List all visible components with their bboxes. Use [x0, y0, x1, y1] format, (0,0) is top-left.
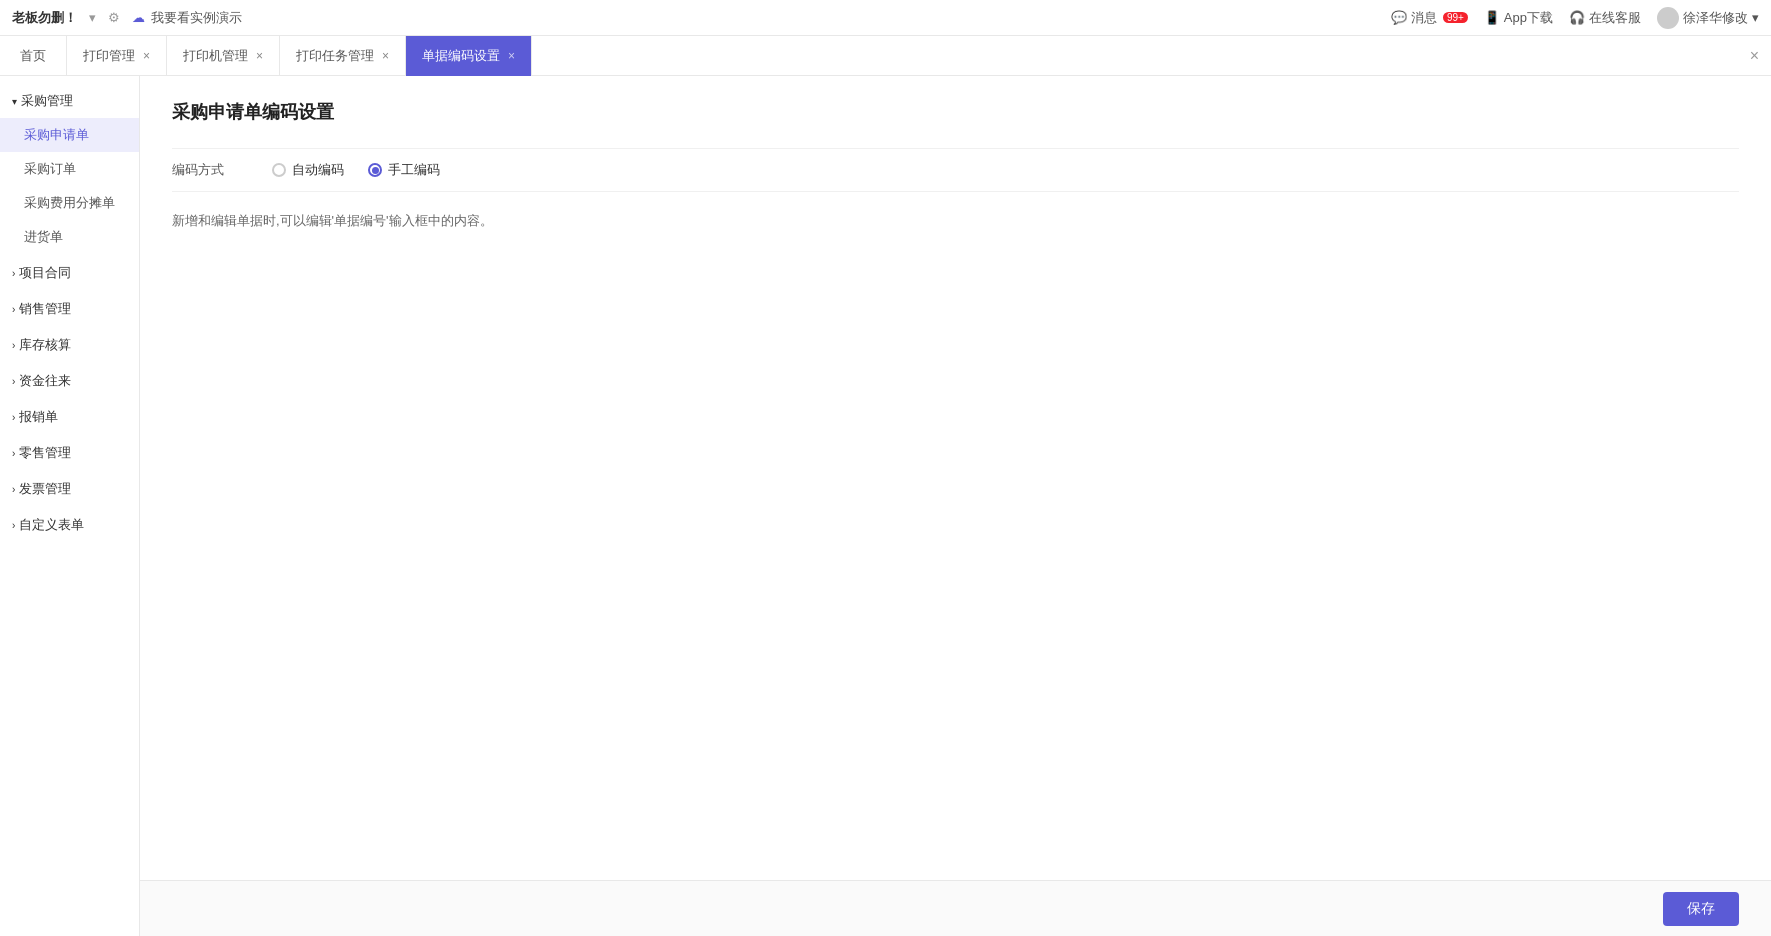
inventory-arrow-icon: › [12, 340, 15, 351]
sidebar-group-project-contract-title[interactable]: › 项目合同 [0, 256, 139, 290]
headset-icon: 🎧 [1569, 10, 1585, 25]
message-button[interactable]: 💬 消息 99+ [1391, 9, 1468, 27]
cloud-icon: ☁ [132, 10, 145, 25]
sidebar-group-project-contract: › 项目合同 [0, 256, 139, 290]
message-badge: 99+ [1443, 12, 1468, 23]
close-all-tabs-button[interactable]: × [1750, 47, 1759, 65]
tab-bar: 首页 打印管理 × 打印机管理 × 打印任务管理 × 单据编码设置 × × [0, 36, 1771, 76]
sales-arrow-icon: › [12, 304, 15, 315]
sidebar-group-sales: › 销售管理 [0, 292, 139, 326]
top-bar-left: 老板勿删！ ▾ ⚙ ☁ 我要看实例演示 [12, 9, 242, 27]
hint-text: 新增和编辑单据时,可以编辑'单据编号'输入框中的内容。 [172, 212, 1739, 230]
main-layout: ▾ 采购管理 采购申请单 采购订单 采购费用分摊单 进货单 › 项目合同 [0, 76, 1771, 936]
finance-arrow-icon: › [12, 376, 15, 387]
sidebar-group-sales-title[interactable]: › 销售管理 [0, 292, 139, 326]
sidebar-item-purchase-expense[interactable]: 采购费用分摊单 [0, 186, 139, 220]
encoding-label: 编码方式 [172, 161, 232, 179]
content-area: 采购申请单编码设置 编码方式 自动编码 手工编码 新增和编辑单据时,可以编辑'单… [140, 76, 1771, 936]
app-icon: 📱 [1484, 10, 1500, 25]
sidebar-group-retail-title[interactable]: › 零售管理 [0, 436, 139, 470]
sidebar-group-finance-title[interactable]: › 资金往来 [0, 364, 139, 398]
sidebar-group-invoice: › 发票管理 [0, 472, 139, 506]
sidebar-item-purchase-request[interactable]: 采购申请单 [0, 118, 139, 152]
content-inner: 采购申请单编码设置 编码方式 自动编码 手工编码 新增和编辑单据时,可以编辑'单… [140, 76, 1771, 880]
sidebar-group-finance: › 资金往来 [0, 364, 139, 398]
tab-close-barcode-settings[interactable]: × [508, 49, 515, 63]
sidebar-group-procurement: ▾ 采购管理 采购申请单 采购订单 采购费用分摊单 进货单 [0, 84, 139, 254]
radio-auto-encoding[interactable]: 自动编码 [272, 161, 344, 179]
tab-home[interactable]: 首页 [0, 36, 67, 76]
save-button[interactable]: 保存 [1663, 892, 1739, 926]
sidebar: ▾ 采购管理 采购申请单 采购订单 采购费用分摊单 进货单 › 项目合同 [0, 76, 140, 936]
online-service-button[interactable]: 🎧 在线客服 [1569, 9, 1641, 27]
invoice-arrow-icon: › [12, 484, 15, 495]
sidebar-item-purchase-receipt[interactable]: 进货单 [0, 220, 139, 254]
app-download-button[interactable]: 📱 App下载 [1484, 9, 1553, 27]
radio-manual-circle [368, 163, 382, 177]
sidebar-group-custom-form: › 自定义表单 [0, 508, 139, 542]
radio-manual-encoding[interactable]: 手工编码 [368, 161, 440, 179]
demo-link[interactable]: ☁ 我要看实例演示 [132, 9, 242, 27]
tab-close-printer-management[interactable]: × [256, 49, 263, 63]
sidebar-group-inventory-title[interactable]: › 库存核算 [0, 328, 139, 362]
user-chevron-icon: ▾ [1752, 10, 1759, 25]
user-avatar [1657, 7, 1679, 29]
sidebar-item-purchase-order[interactable]: 采购订单 [0, 152, 139, 186]
tab-single-barcode-settings[interactable]: 单据编码设置 × [406, 36, 532, 76]
content-footer: 保存 [140, 880, 1771, 936]
sidebar-group-custom-form-title[interactable]: › 自定义表单 [0, 508, 139, 542]
tab-print-management[interactable]: 打印管理 × [67, 36, 167, 76]
sidebar-group-procurement-title[interactable]: ▾ 采购管理 [0, 84, 139, 118]
returns-arrow-icon: › [12, 412, 15, 423]
retail-arrow-icon: › [12, 448, 15, 459]
radio-auto-circle [272, 163, 286, 177]
brand-title: 老板勿删！ [12, 9, 77, 27]
tab-close-print-task[interactable]: × [382, 49, 389, 63]
top-bar: 老板勿删！ ▾ ⚙ ☁ 我要看实例演示 💬 消息 99+ 📱 App下载 🎧 在… [0, 0, 1771, 36]
tab-print-task-management[interactable]: 打印任务管理 × [280, 36, 406, 76]
sidebar-group-returns-title[interactable]: › 报销单 [0, 400, 139, 434]
tab-close-print-management[interactable]: × [143, 49, 150, 63]
page-title: 采购申请单编码设置 [172, 100, 1739, 124]
sidebar-group-retail: › 零售管理 [0, 436, 139, 470]
message-icon: 💬 [1391, 10, 1407, 25]
sidebar-group-inventory: › 库存核算 [0, 328, 139, 362]
chevron-down-icon[interactable]: ▾ [89, 10, 96, 25]
procurement-arrow-icon: ▾ [12, 96, 17, 107]
tab-printer-management[interactable]: 打印机管理 × [167, 36, 280, 76]
sidebar-group-invoice-title[interactable]: › 发票管理 [0, 472, 139, 506]
user-menu[interactable]: 徐泽华修改 ▾ [1657, 7, 1759, 29]
project-contract-arrow-icon: › [12, 268, 15, 279]
settings-icon[interactable]: ⚙ [108, 10, 120, 25]
encoding-radio-group: 自动编码 手工编码 [272, 161, 440, 179]
custom-form-arrow-icon: › [12, 520, 15, 531]
encoding-row: 编码方式 自动编码 手工编码 [172, 148, 1739, 192]
top-bar-right: 💬 消息 99+ 📱 App下载 🎧 在线客服 徐泽华修改 ▾ [1391, 7, 1759, 29]
sidebar-group-returns: › 报销单 [0, 400, 139, 434]
